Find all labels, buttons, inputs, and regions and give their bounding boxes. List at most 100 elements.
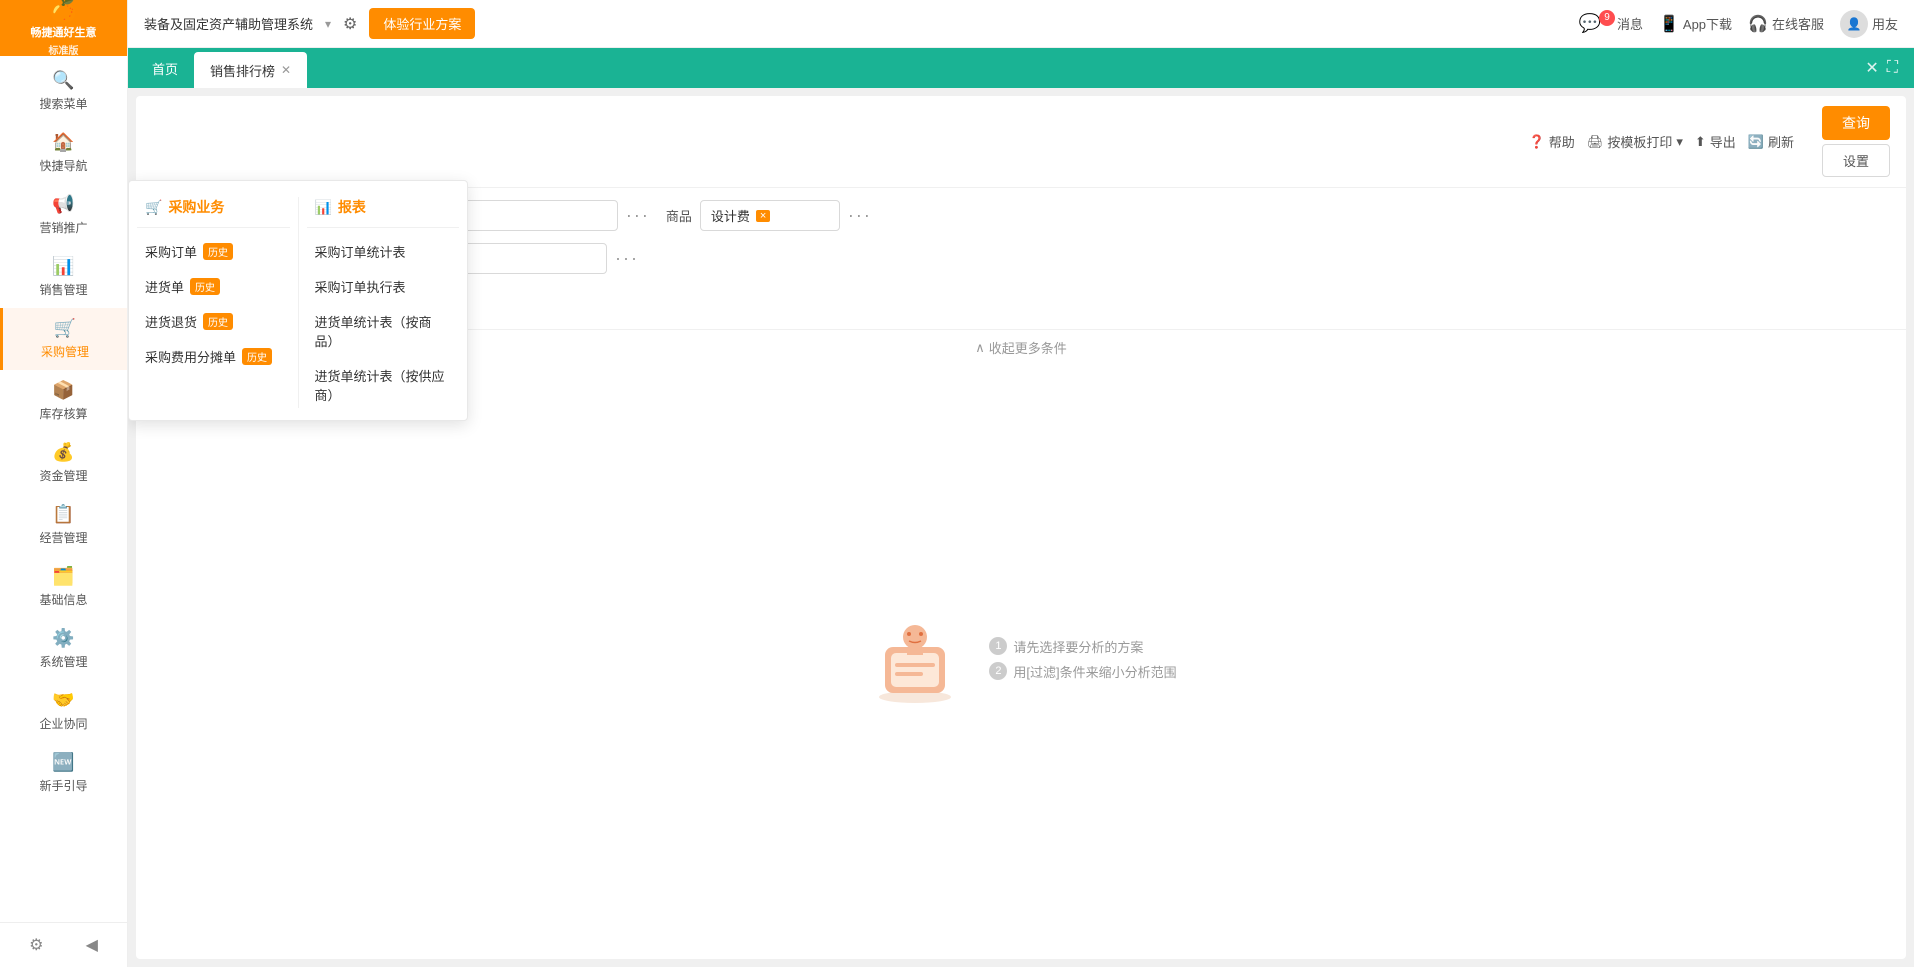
sidebar-item-marketing[interactable]: 📢 营销推广 xyxy=(0,184,127,246)
search-icon: 🔍 xyxy=(52,70,74,91)
tab-home-label: 首页 xyxy=(152,59,178,78)
user-label: 用友 xyxy=(1872,14,1898,33)
status-input[interactable] xyxy=(458,200,618,231)
status-placeholder xyxy=(469,206,482,225)
topbar-dropdown-arrow[interactable]: ▾ xyxy=(325,17,331,31)
purchase-col-header: 🛒 采购业务 xyxy=(137,193,290,228)
logo-icon: 🍊 xyxy=(50,0,77,22)
sidebar-item-inventory[interactable]: 📦 库存核算 xyxy=(0,370,127,432)
goods-tag[interactable]: × xyxy=(756,210,770,222)
tip-text-2: 用[过滤]条件来缩小分析范围 xyxy=(1013,662,1176,681)
sidebar-item-guide[interactable]: 🆕 新手引导 xyxy=(0,742,127,804)
query-button[interactable]: 查询 xyxy=(1822,106,1890,140)
refresh-label: 刷新 xyxy=(1768,132,1794,151)
message-item[interactable]: 💬 9 消息 xyxy=(1579,13,1643,34)
solution-button[interactable]: 体验行业方案 xyxy=(369,8,475,39)
tip-num-2: 2 xyxy=(989,662,1007,680)
sidebar-item-sales[interactable]: 📊 销售管理 xyxy=(0,246,127,308)
print-label: 按模板打印 xyxy=(1607,132,1672,151)
tab-close-icon[interactable]: ✕ xyxy=(281,63,291,77)
dropdown-item-label: 采购费用分摊单 xyxy=(145,347,236,366)
dropdown-purchase-col: 🛒 采购业务 采购订单 历史 进货单 历史 进货退货 xyxy=(129,193,298,412)
history-tag: 历史 xyxy=(203,243,233,260)
avatar: 👤 xyxy=(1840,10,1868,38)
dropdown-item-incoming-by-supplier[interactable]: 进货单统计表（按供应商） xyxy=(307,358,460,412)
message-label: 消息 xyxy=(1617,14,1643,33)
report-col-header: 📊 报表 xyxy=(307,193,460,228)
sidebar-item-cooperation[interactable]: 🤝 企业协同 xyxy=(0,680,127,742)
window-close-icon[interactable]: ✕ xyxy=(1865,58,1878,78)
tab-sales-rank-label: 销售排行榜 xyxy=(210,61,275,80)
logo-text: 畅捷通好生意 xyxy=(31,24,97,40)
dropdown-item-purchase-stats[interactable]: 采购订单统计表 xyxy=(307,234,460,269)
sidebar-item-system[interactable]: ⚙️ 系统管理 xyxy=(0,618,127,680)
sidebar-item-quicknav[interactable]: 🏠 快捷导航 xyxy=(0,122,127,184)
app-icon: 📱 xyxy=(1659,14,1679,34)
history-tag: 历史 xyxy=(190,278,220,295)
dropdown-item-incoming[interactable]: 进货单 历史 xyxy=(137,269,290,304)
sidebar-label-guide: 新手引导 xyxy=(39,777,87,794)
sidebar-item-basicinfo[interactable]: 🗂️ 基础信息 xyxy=(0,556,127,618)
sidebar-label-search: 搜索菜单 xyxy=(39,95,87,112)
dropdown-item-label: 进货单统计表（按供应商） xyxy=(315,366,452,404)
tip-num-1: 1 xyxy=(989,637,1007,655)
goods-input[interactable]: 设计费 × xyxy=(700,200,840,231)
sidebar-item-finance[interactable]: 💰 资金管理 xyxy=(0,432,127,494)
sidebar-item-operations[interactable]: 📋 经营管理 xyxy=(0,494,127,556)
collapse-icon: ∧ xyxy=(975,340,985,356)
main-area: 装备及固定资产辅助管理系统 ▾ ⚙ 体验行业方案 💬 9 消息 📱 App下载 … xyxy=(128,0,1914,967)
dropdown-item-return[interactable]: 进货退货 历史 xyxy=(137,304,290,339)
message-icon: 💬 xyxy=(1579,13,1601,34)
window-maximize-icon[interactable]: ⛶ xyxy=(1887,59,1898,77)
help-btn[interactable]: ❓ 帮助 xyxy=(1529,132,1575,151)
sidebar-collapse-btn[interactable]: ◀ xyxy=(86,935,98,955)
salesperson-input[interactable] xyxy=(447,243,607,274)
sidebar-label-operations: 经营管理 xyxy=(39,529,87,546)
user-item[interactable]: 👤 用友 xyxy=(1840,10,1898,38)
purchase-icon: 🛒 xyxy=(54,318,76,339)
tip-text-1: 请先选择要分析的方案 xyxy=(1013,637,1143,656)
service-item[interactable]: 🎧 在线客服 xyxy=(1748,14,1824,34)
dropdown-item-purchase-order[interactable]: 采购订单 历史 xyxy=(137,234,290,269)
marketing-icon: 📢 xyxy=(52,194,74,215)
export-btn[interactable]: ⬆ 导出 xyxy=(1695,132,1736,151)
settings-button[interactable]: 设置 xyxy=(1822,144,1890,177)
sales-icon: 📊 xyxy=(52,256,74,277)
guide-icon: 🆕 xyxy=(52,752,74,773)
dropdown-item-purchase-exec[interactable]: 采购订单执行表 xyxy=(307,269,460,304)
goods-value: 设计费 xyxy=(711,206,750,225)
print-btn[interactable]: 🖨 按模板打印 ▾ xyxy=(1587,132,1683,151)
app-download-item[interactable]: 📱 App下载 xyxy=(1659,14,1732,34)
status-dots[interactable]: ··· xyxy=(626,205,650,226)
sidebar-label-finance: 资金管理 xyxy=(39,467,87,484)
sidebar-item-search[interactable]: 🔍 搜索菜单 xyxy=(0,60,127,122)
sidebar-label-system: 系统管理 xyxy=(39,653,87,670)
dropdown-item-incoming-by-goods[interactable]: 进货单统计表（按商品） xyxy=(307,304,460,358)
cooperation-icon: 🤝 xyxy=(52,690,74,711)
goods-dots[interactable]: ··· xyxy=(848,205,872,226)
empty-tip-1: 1 请先选择要分析的方案 xyxy=(989,637,1176,656)
refresh-btn[interactable]: 🔄 刷新 xyxy=(1748,132,1794,151)
tab-home[interactable]: 首页 xyxy=(136,48,194,88)
topbar-settings-icon[interactable]: ⚙ xyxy=(343,14,357,34)
sidebar-settings-btn[interactable]: ⚙ xyxy=(29,935,43,955)
empty-illustration xyxy=(865,617,965,707)
sidebar-label-cooperation: 企业协同 xyxy=(39,715,87,732)
print-icon: 🖨 xyxy=(1587,134,1604,150)
sidebar-logo: 🍊 畅捷通好生意 标准版 xyxy=(0,0,127,56)
salesperson-dots[interactable]: ··· xyxy=(615,248,639,269)
dropdown-menu: 🛒 采购业务 采购订单 历史 进货单 历史 进货退货 xyxy=(128,180,468,421)
dropdown-menu-inner: 🛒 采购业务 采购订单 历史 进货单 历史 进货退货 xyxy=(129,181,467,420)
dropdown-item-label: 进货单统计表（按商品） xyxy=(315,312,452,350)
service-icon: 🎧 xyxy=(1748,14,1768,34)
dropdown-item-label: 采购订单执行表 xyxy=(315,277,406,296)
dropdown-item-label: 采购订单 xyxy=(145,242,197,261)
dropdown-item-expense[interactable]: 采购费用分摊单 历史 xyxy=(137,339,290,374)
tab-sales-rank[interactable]: 销售排行榜 ✕ xyxy=(194,52,307,88)
report-col-title: 报表 xyxy=(338,197,366,217)
sidebar-label-sales: 销售管理 xyxy=(39,281,87,298)
help-icon: ❓ xyxy=(1529,134,1545,150)
goods-label: 商品 xyxy=(666,206,692,225)
topbar-right: 💬 9 消息 📱 App下载 🎧 在线客服 👤 用友 xyxy=(1579,10,1898,38)
sidebar-item-purchase[interactable]: 🛒 采购管理 xyxy=(0,308,127,370)
